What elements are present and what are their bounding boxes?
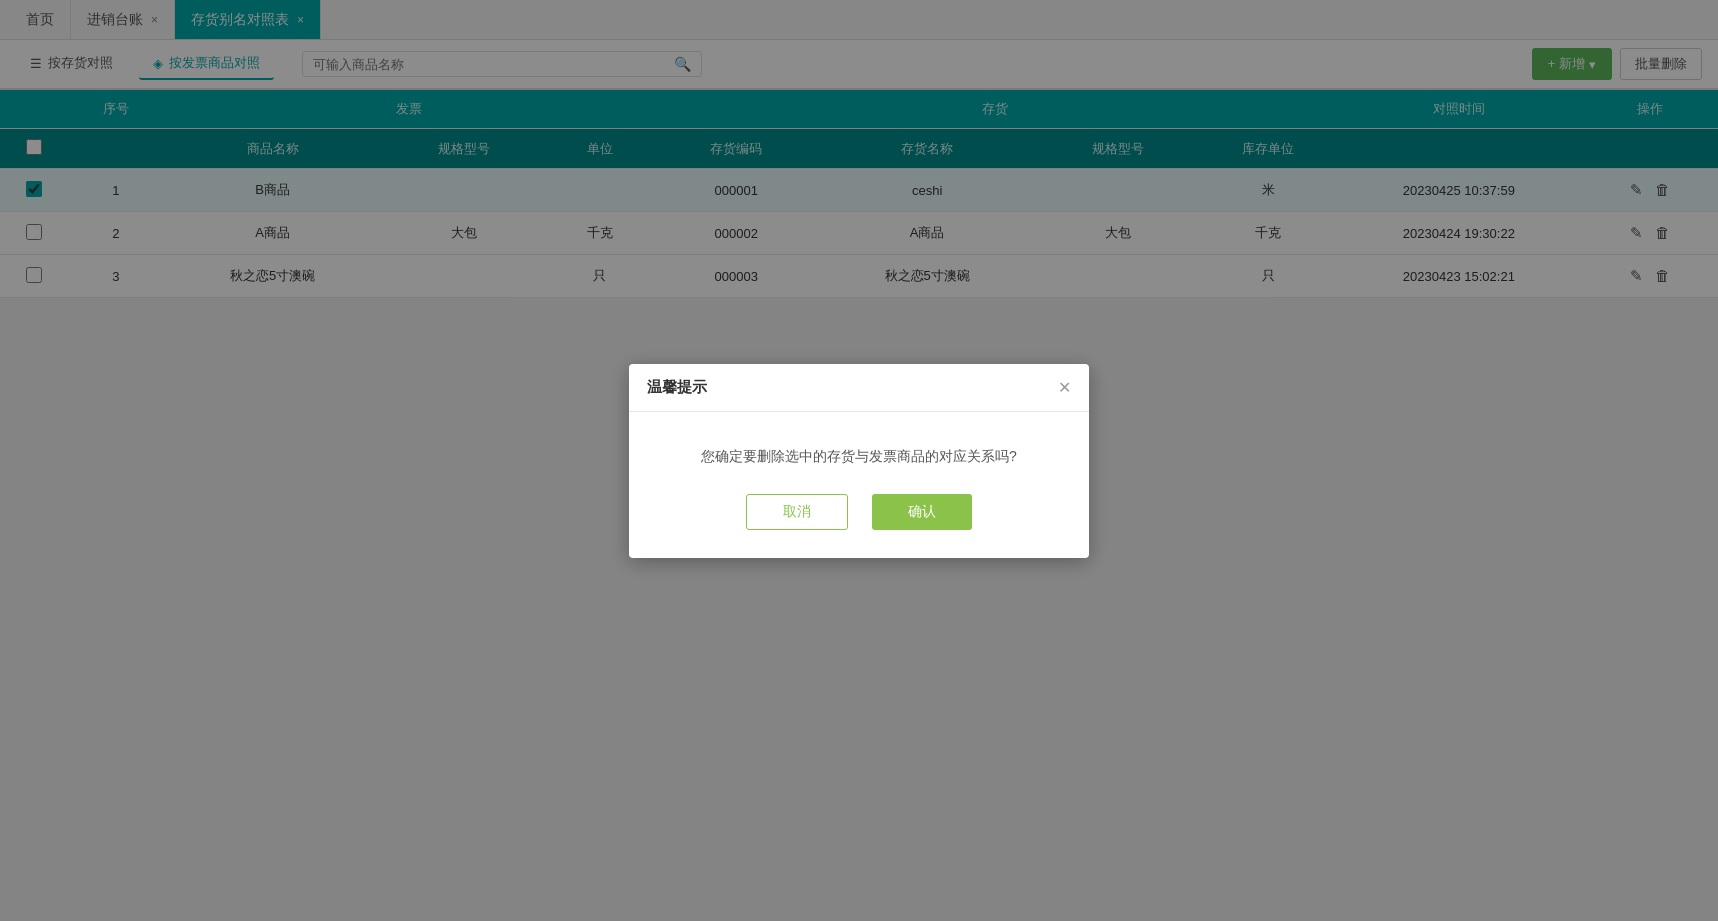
modal-overlay: 温馨提示 ✕ 您确定要删除选中的存货与发票商品的对应关系吗? 取消 确认 [0,0,1718,298]
